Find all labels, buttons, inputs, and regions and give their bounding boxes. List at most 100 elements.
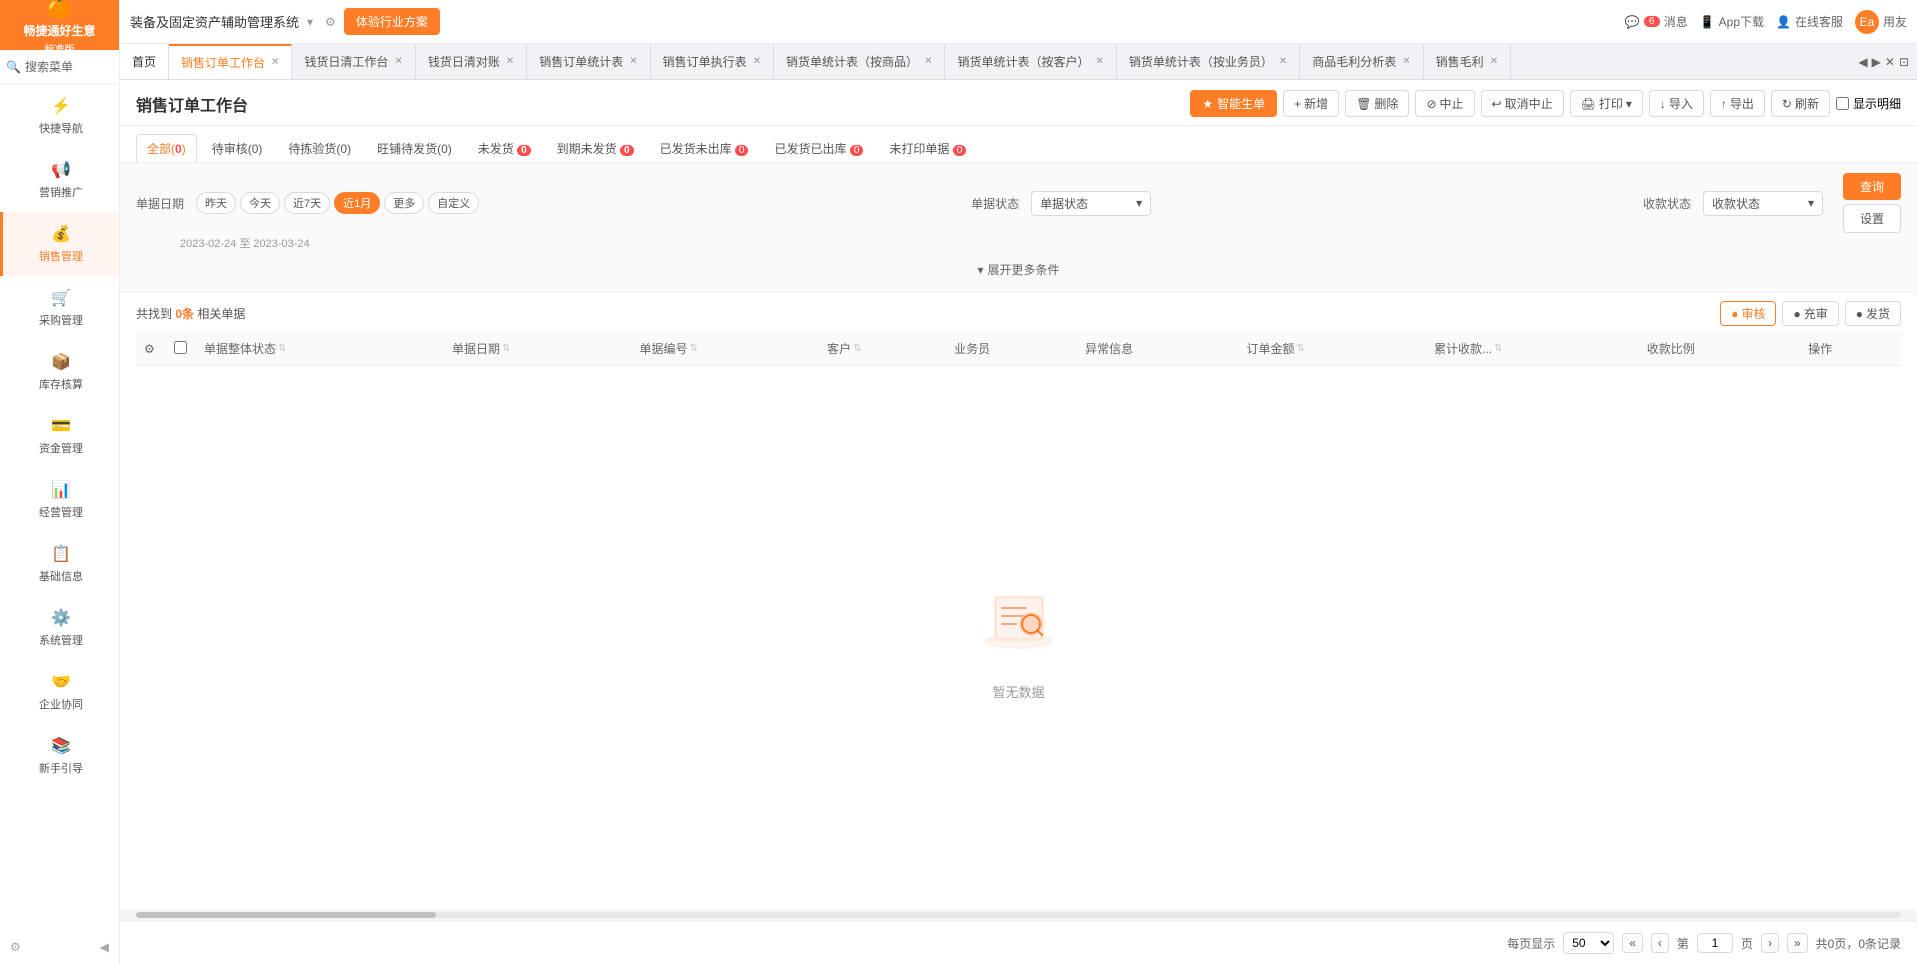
sidebar-item-sales[interactable]: 💰 销售管理 [0,212,119,276]
tabs-close-all[interactable]: ✕ [1885,55,1895,69]
col-date-header[interactable]: 单据日期 ⇅ [444,332,632,366]
unapprove-btn[interactable]: ● 充审 [1782,301,1838,326]
sidebar-item-marketing[interactable]: 📢 营销推广 [0,148,119,212]
sub-tab-not-shipped[interactable]: 未发货 0 [467,134,542,162]
sub-tab-not-printed[interactable]: 未打印单据 0 [878,134,977,162]
tab-close-icon-3[interactable]: ✕ [506,56,514,67]
sidebar-item-purchase[interactable]: 🛒 采购管理 [0,276,119,340]
sub-tab-pending-review[interactable]: 待审核(0) [201,134,274,162]
col-checkbox-header[interactable] [166,332,196,366]
sidebar-item-guide[interactable]: 📚 新手引导 [0,724,119,788]
sidebar-item-basic-info[interactable]: 📋 基础信息 [0,532,119,596]
sidebar-item-finance[interactable]: 💳 资金管理 [0,404,119,468]
tab-close-icon-6[interactable]: ✕ [924,56,932,67]
payment-filter-select[interactable]: 收款状态 ▾ [1703,191,1823,216]
prev-page-btn[interactable]: ‹ [1651,933,1669,953]
collapse-icon[interactable]: ◀ [100,940,109,954]
tab-cash-reconcile[interactable]: 钱货日清对账 ✕ [416,44,527,80]
col-status-header[interactable]: 单据整体状态 ⇅ [196,332,444,366]
date-more-btn[interactable]: 更多 [384,192,424,214]
online-service-area[interactable]: 👤 在线客服 [1776,13,1843,30]
tab-sales-order-workbench[interactable]: 销售订单工作台 ✕ [169,44,292,80]
purchase-label: 采购管理 [39,312,83,328]
app-download-area[interactable]: 📱 App下载 [1700,13,1764,30]
sidebar-item-inventory[interactable]: 📦 库存核算 [0,340,119,404]
last-page-btn[interactable]: » [1787,933,1808,953]
col-exception-header: 异常信息 [1077,332,1238,366]
tab-sales-order-stats[interactable]: 销售订单统计表 ✕ [527,44,650,80]
tab-sales-stats-staff[interactable]: 销货单统计表（按业务员） ✕ [1117,44,1300,80]
tab-sales-stats-customer[interactable]: 销货单统计表（按客户） ✕ [945,44,1116,80]
dropdown-icon[interactable]: ▾ [307,15,313,29]
show-detail-checkbox-area[interactable]: 显示明细 [1836,95,1901,112]
settings-icon[interactable]: ⚙ [325,15,336,29]
scroll-indicator[interactable] [120,909,1917,921]
tab-close-icon-7[interactable]: ✕ [1095,56,1103,67]
import-btn[interactable]: ↓ 导入 [1649,90,1704,117]
cancel-stop-btn[interactable]: ↩ 取消中止 [1481,90,1564,117]
tab-cash-daily[interactable]: 钱货日清工作台 ✕ [292,44,415,80]
approve-btn[interactable]: ● 审核 [1720,301,1776,326]
sidebar-item-search[interactable]: 🔍 搜索菜单 [0,50,119,84]
scroll-thumb[interactable] [136,912,436,918]
tab-sales-profit[interactable]: 销售毛利 ✕ [1424,44,1511,80]
refresh-btn[interactable]: ↻ 刷新 [1771,90,1830,117]
export-btn[interactable]: ↑ 导出 [1710,90,1765,117]
next-page-btn[interactable]: › [1761,933,1779,953]
date-7days-btn[interactable]: 近7天 [284,192,330,214]
user-area[interactable]: Ea 用友 [1855,10,1907,34]
date-1month-btn[interactable]: 近1月 [334,192,380,214]
col-amount-header[interactable]: 订单金额 ⇅ [1239,332,1427,366]
sidebar-item-quick-nav[interactable]: ⚡ 快捷导航 [0,84,119,148]
tab-close-icon-5[interactable]: ✕ [753,56,761,67]
first-page-btn[interactable]: « [1622,933,1643,953]
sub-tab-wangpu[interactable]: 旺铺待发货(0) [366,134,463,162]
tab-home[interactable]: 首页 [120,44,169,80]
select-all-checkbox[interactable] [174,341,187,354]
per-page-select[interactable]: 10 20 50 100 [1563,932,1614,954]
sub-tab-shipped-out[interactable]: 已发货已出库 0 [763,134,874,162]
status-filter-select[interactable]: 单据状态 ▾ [1031,191,1151,216]
tabs-expand[interactable]: ⊡ [1899,55,1909,69]
tab-close-icon-4[interactable]: ✕ [629,56,637,67]
date-yesterday-btn[interactable]: 昨天 [196,192,236,214]
expand-more-btn[interactable]: ▾ 展开更多条件 [969,257,1067,282]
query-btn[interactable]: 查询 [1843,173,1901,200]
tabs-scroll-right[interactable]: ▶ [1872,55,1881,69]
message-icon-area[interactable]: 💬 6 消息 [1625,13,1688,30]
sub-tab-shipped-not-out[interactable]: 已发货未出库 0 [649,134,760,162]
col-number-header[interactable]: 单据编号 ⇅ [632,332,820,366]
date-custom-btn[interactable]: 自定义 [428,192,479,214]
tab-close-icon-9[interactable]: ✕ [1402,56,1410,67]
delete-btn[interactable]: 🗑 删除 [1345,90,1409,117]
tab-close-icon-8[interactable]: ✕ [1279,56,1287,67]
show-detail-checkbox[interactable] [1836,97,1849,110]
col-collected-header[interactable]: 累计收款... ⇅ [1426,332,1639,366]
col-customer-header[interactable]: 客户 ⇅ [819,332,946,366]
sidebar-item-operations[interactable]: 📊 经营管理 [0,468,119,532]
smart-generate-btn[interactable]: ★ 智能生单 [1190,90,1277,117]
sidebar-item-system[interactable]: ⚙️ 系统管理 [0,596,119,660]
settings-filter-btn[interactable]: 设置 [1843,204,1901,233]
ship-btn[interactable]: ● 发货 [1845,301,1901,326]
tabs-scroll-left[interactable]: ◀ [1858,55,1867,69]
sub-tab-all[interactable]: 全部(0) [136,134,197,162]
tab-close-icon[interactable]: ✕ [271,57,279,68]
page-input[interactable] [1697,933,1733,953]
trial-btn[interactable]: 体验行业方案 [344,8,440,35]
tab-product-margin[interactable]: 商品毛利分析表 ✕ [1300,44,1423,80]
system-icon: ⚙️ [51,608,71,628]
settings-icon[interactable]: ⚙ [10,940,21,954]
tab-sales-order-exec[interactable]: 销售订单执行表 ✕ [651,44,774,80]
add-btn[interactable]: + 新增 [1283,90,1339,117]
tab-close-icon-10[interactable]: ✕ [1490,56,1498,67]
stop-btn[interactable]: ⊘ 中止 [1415,90,1474,117]
sub-tab-pending-inspect[interactable]: 待拣验货(0) [277,134,362,162]
col-setting[interactable]: ⚙ [136,332,166,366]
print-btn[interactable]: 🖨 打印 ▾ [1570,90,1643,117]
date-today-btn[interactable]: 今天 [240,192,280,214]
sidebar-item-enterprise[interactable]: 🤝 企业协同 [0,660,119,724]
tab-sales-stats-product[interactable]: 销货单统计表（按商品） ✕ [774,44,945,80]
tab-close-icon-2[interactable]: ✕ [394,56,402,67]
sub-tab-expired-not-shipped[interactable]: 到期未发货 0 [546,134,645,162]
